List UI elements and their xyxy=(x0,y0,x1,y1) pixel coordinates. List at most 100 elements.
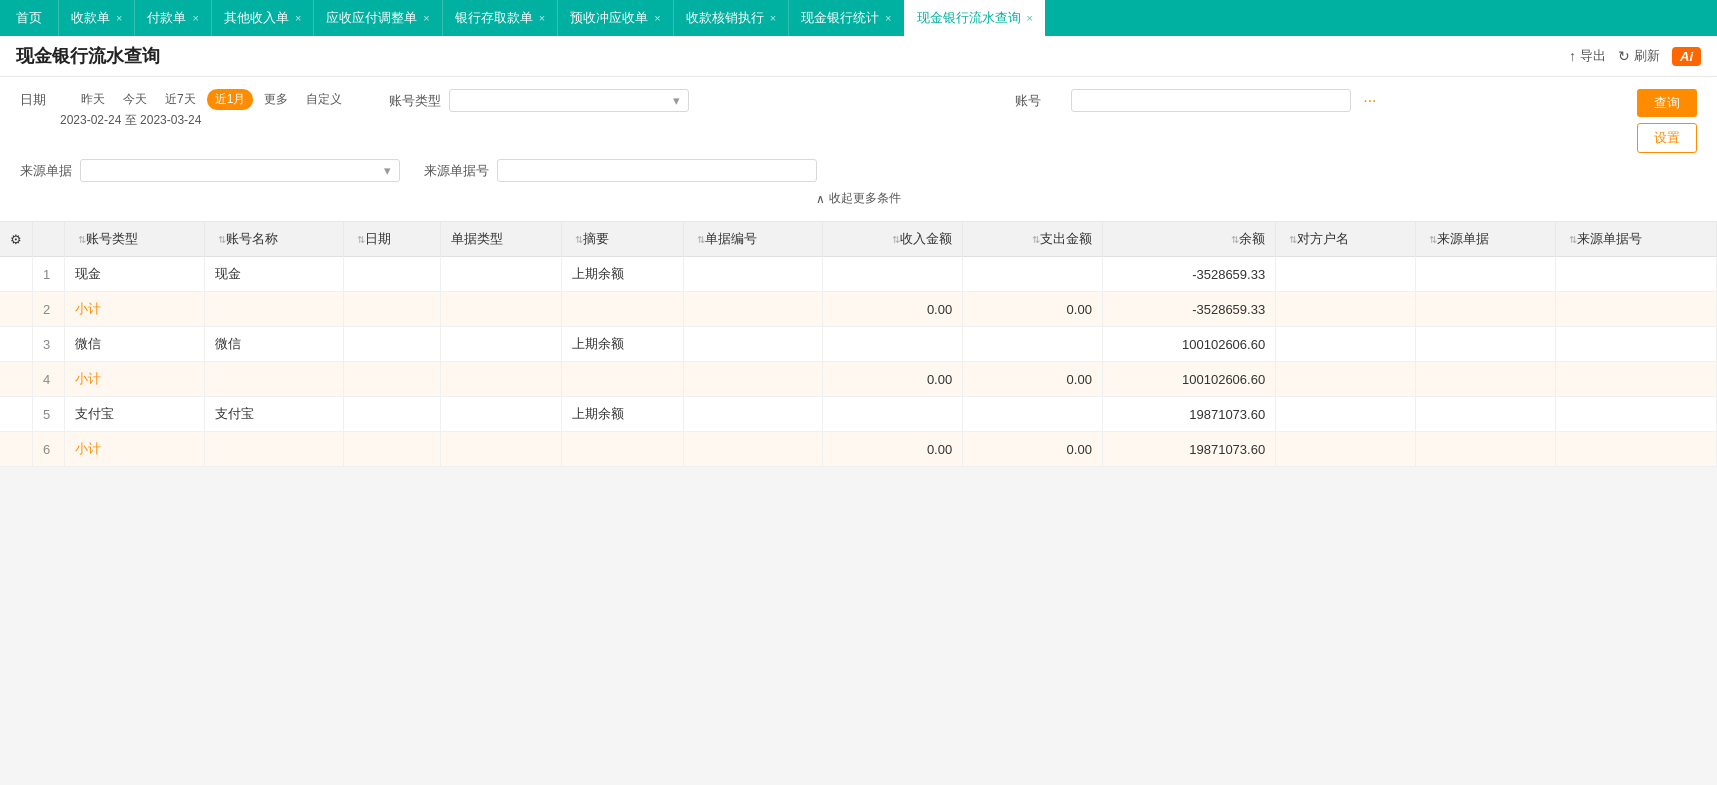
collapse-bar[interactable]: ∧ 收起更多条件 xyxy=(20,186,1697,213)
ai-badge[interactable]: Ai xyxy=(1672,47,1701,66)
row-date xyxy=(344,432,440,467)
row-index: 1 xyxy=(33,257,65,292)
collapse-label: 收起更多条件 xyxy=(829,190,901,207)
nav-tab-fukuandan[interactable]: 付款单 × xyxy=(134,0,210,36)
sort-icon: ⇅ xyxy=(1032,234,1040,245)
row-income: 0.00 xyxy=(823,432,963,467)
row-action xyxy=(0,362,33,397)
refresh-button[interactable]: ↻ 刷新 xyxy=(1618,47,1660,65)
summary-column-header[interactable]: ⇅摘要 xyxy=(562,222,683,257)
close-icon[interactable]: × xyxy=(654,12,660,24)
close-icon[interactable]: × xyxy=(885,12,891,24)
close-icon[interactable]: × xyxy=(116,12,122,24)
date-option-yesterday[interactable]: 昨天 xyxy=(74,89,112,110)
row-balance: 100102606.60 xyxy=(1102,327,1275,362)
row-counterpart xyxy=(1276,362,1416,397)
row-doc-type xyxy=(440,362,561,397)
row-income: 0.00 xyxy=(823,292,963,327)
sort-icon: ⇅ xyxy=(1569,234,1577,245)
source-doc-no-column-header[interactable]: ⇅来源单据号 xyxy=(1555,222,1716,257)
row-source-doc-no xyxy=(1555,292,1716,327)
account-type-select[interactable]: ▾ xyxy=(449,89,689,112)
row-account-type: 小计 xyxy=(65,432,205,467)
date-option-more[interactable]: 更多 xyxy=(257,89,295,110)
query-button[interactable]: 查询 xyxy=(1637,89,1697,117)
row-summary: 上期余额 xyxy=(562,397,683,432)
date-options: 昨天 今天 近7天 近1月 更多 自定义 xyxy=(74,89,349,110)
row-counterpart xyxy=(1276,327,1416,362)
row-doc-type xyxy=(440,327,561,362)
doc-no-column-header[interactable]: ⇅单据编号 xyxy=(683,222,823,257)
export-button[interactable]: ↑ 导出 xyxy=(1569,47,1606,65)
chevron-down-icon: ▾ xyxy=(673,93,680,108)
sort-icon: ⇅ xyxy=(357,234,365,245)
row-account-type: 小计 xyxy=(65,292,205,327)
row-date xyxy=(344,292,440,327)
close-icon[interactable]: × xyxy=(295,12,301,24)
nav-tab-liushui[interactable]: 现金银行流水查询 × xyxy=(904,0,1045,36)
row-income: 0.00 xyxy=(823,362,963,397)
nav-tab-yingshoutiaozheng[interactable]: 应收应付调整单 × xyxy=(313,0,441,36)
table-body: 1 现金 现金 上期余额 -3528659.33 2 小计 0.00 0.00 … xyxy=(0,257,1717,467)
close-icon[interactable]: × xyxy=(539,12,545,24)
gear-column-header[interactable]: ⚙ xyxy=(0,222,33,257)
nav-tab-shoukuanhexiao[interactable]: 收款核销执行 × xyxy=(673,0,788,36)
account-input[interactable] xyxy=(1071,89,1351,112)
close-icon[interactable]: × xyxy=(192,12,198,24)
row-doc-type xyxy=(440,292,561,327)
row-summary xyxy=(562,292,683,327)
row-counterpart xyxy=(1276,432,1416,467)
nav-home[interactable]: 首页 xyxy=(0,0,58,36)
row-income xyxy=(823,397,963,432)
row-date xyxy=(344,327,440,362)
income-column-header[interactable]: ⇅收入金额 xyxy=(823,222,963,257)
balance-column-header[interactable]: ⇅余额 xyxy=(1102,222,1275,257)
table-row: 4 小计 0.00 0.00 100102606.60 xyxy=(0,362,1717,397)
row-account-name: 微信 xyxy=(204,327,344,362)
row-summary xyxy=(562,362,683,397)
row-source-doc-no xyxy=(1555,397,1716,432)
nav-tab-qitashourudan[interactable]: 其他收入单 × xyxy=(211,0,313,36)
expense-column-header[interactable]: ⇅支出金额 xyxy=(963,222,1103,257)
row-expense xyxy=(963,327,1103,362)
close-icon[interactable]: × xyxy=(770,12,776,24)
row-counterpart xyxy=(1276,292,1416,327)
account-type-label: 账号类型 xyxy=(389,92,441,110)
idx-column-header xyxy=(33,222,65,257)
doc-type-column-header[interactable]: 单据类型 xyxy=(440,222,561,257)
source-doc-column-header[interactable]: ⇅来源单据 xyxy=(1415,222,1555,257)
nav-tab-yushouchong[interactable]: 预收冲应收单 × xyxy=(557,0,672,36)
row-income xyxy=(823,257,963,292)
account-name-column-header[interactable]: ⇅账号名称 xyxy=(204,222,344,257)
collapse-icon: ∧ xyxy=(816,192,825,206)
close-icon[interactable]: × xyxy=(1027,12,1033,24)
date-option-7days[interactable]: 近7天 xyxy=(158,89,203,110)
nav-tab-shoukuandan[interactable]: 收款单 × xyxy=(58,0,134,36)
refresh-icon: ↻ xyxy=(1618,48,1630,64)
row-source-doc-no xyxy=(1555,257,1716,292)
nav-tab-yinhangcunkuan[interactable]: 银行存取款单 × xyxy=(442,0,557,36)
close-icon[interactable]: × xyxy=(423,12,429,24)
date-column-header[interactable]: ⇅日期 xyxy=(344,222,440,257)
row-expense: 0.00 xyxy=(963,362,1103,397)
date-label: 日期 xyxy=(20,91,68,109)
table-row: 5 支付宝 支付宝 上期余额 19871073.60 xyxy=(0,397,1717,432)
account-dots[interactable]: ··· xyxy=(1363,92,1376,110)
date-option-1month[interactable]: 近1月 xyxy=(207,89,254,110)
row-index: 5 xyxy=(33,397,65,432)
date-option-custom[interactable]: 自定义 xyxy=(299,89,349,110)
page-header: 现金银行流水查询 ↑ 导出 ↻ 刷新 Ai xyxy=(0,36,1717,77)
source-doc-select[interactable]: ▾ xyxy=(80,159,400,182)
account-type-column-header[interactable]: ⇅账号类型 xyxy=(65,222,205,257)
top-nav: 首页 收款单 × 付款单 × 其他收入单 × 应收应付调整单 × 银行存取款单 … xyxy=(0,0,1717,36)
nav-tab-xianjinyinhang-stat[interactable]: 现金银行统计 × xyxy=(788,0,903,36)
source-doc-label: 来源单据 xyxy=(20,162,72,180)
table-header-row: ⚙ ⇅账号类型 ⇅账号名称 ⇅日期 单据类型 ⇅摘要 ⇅单据编号 xyxy=(0,222,1717,257)
source-doc-no-input[interactable] xyxy=(497,159,817,182)
row-source-doc xyxy=(1415,292,1555,327)
date-option-today[interactable]: 今天 xyxy=(116,89,154,110)
row-expense xyxy=(963,257,1103,292)
row-action xyxy=(0,327,33,362)
counterpart-column-header[interactable]: ⇅对方户名 xyxy=(1276,222,1416,257)
settings-button[interactable]: 设置 xyxy=(1637,123,1697,153)
